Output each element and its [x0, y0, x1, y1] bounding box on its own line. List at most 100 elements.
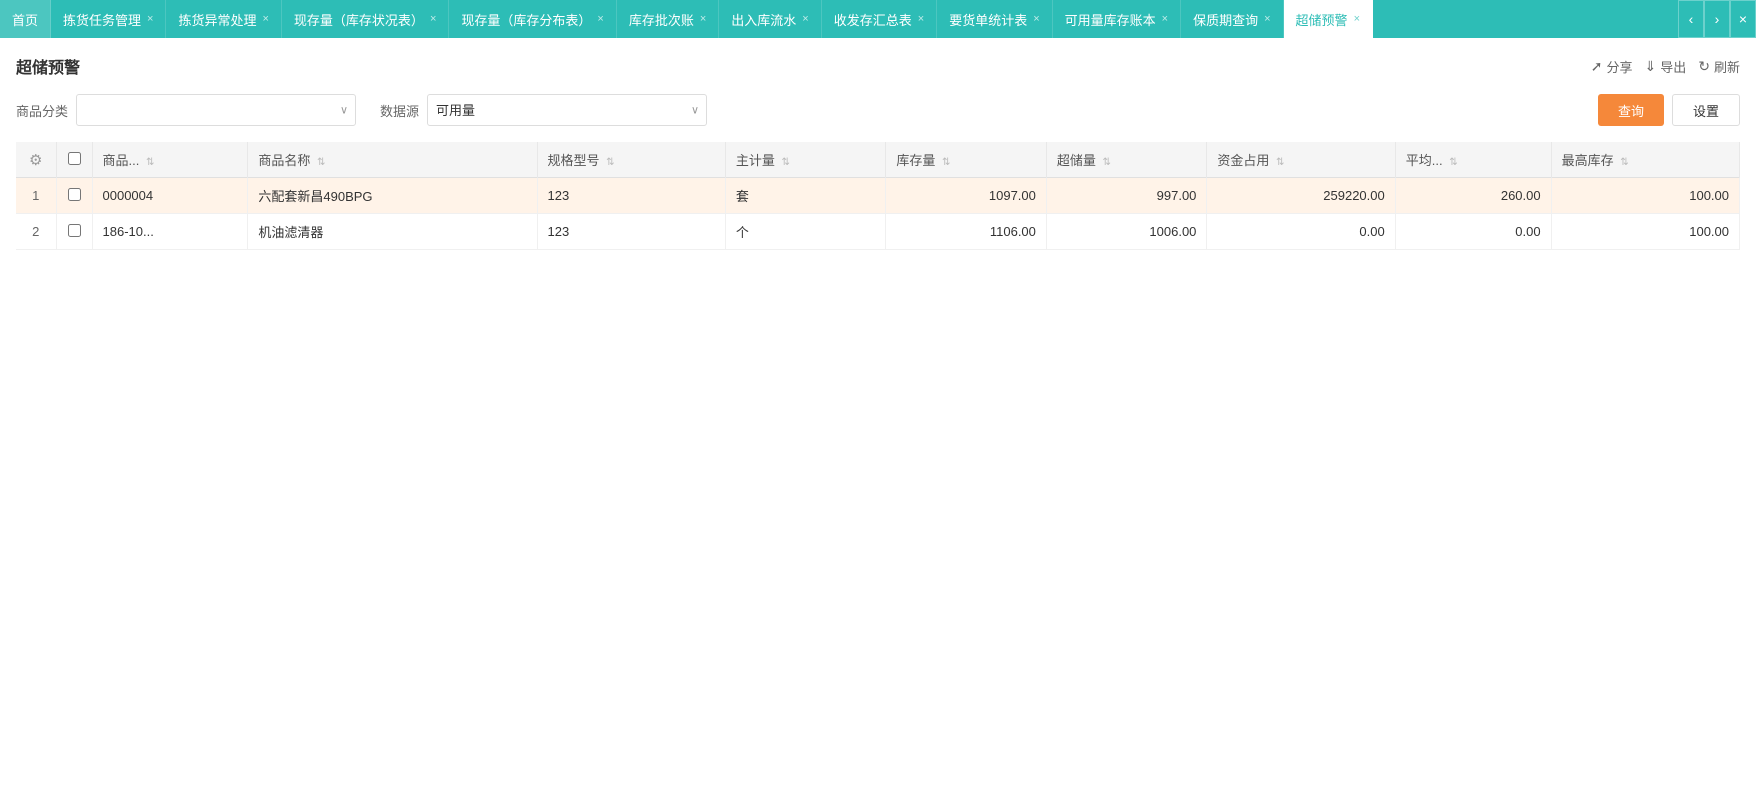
- table-row: 2 186-10... 机油滤清器 123 个 1106.00 1006.00 …: [16, 214, 1740, 250]
- cell-product-name: 机油滤清器: [248, 214, 537, 250]
- nav-right-arrow[interactable]: ›: [1704, 0, 1730, 38]
- table-header-row: ⚙ 商品... ⇅ 商品名称 ⇅ 规格型号 ⇅ 主计量: [16, 142, 1740, 178]
- nav-task-management[interactable]: 拣货任务管理 ×: [51, 0, 166, 38]
- data-table: ⚙ 商品... ⇅ 商品名称 ⇅ 规格型号 ⇅ 主计量: [16, 142, 1740, 250]
- row-checkbox[interactable]: [68, 188, 81, 201]
- cell-avg: 260.00: [1395, 178, 1551, 214]
- sort-icon: ⇅: [1276, 157, 1284, 168]
- page-header: 超储预警 ➚ 分享 ⇓ 导出 ↻ 刷新: [16, 54, 1740, 78]
- close-icon[interactable]: ×: [1354, 13, 1360, 25]
- export-icon: ⇓: [1645, 58, 1657, 75]
- category-select-wrapper: [76, 94, 356, 126]
- nav-stock-status[interactable]: 现存量（库存状况表） ×: [282, 0, 449, 38]
- share-button[interactable]: ➚ 分享: [1591, 57, 1633, 76]
- close-icon[interactable]: ×: [597, 13, 603, 25]
- gear-icon[interactable]: ⚙: [29, 152, 42, 169]
- column-product-name[interactable]: 商品名称 ⇅: [248, 142, 537, 178]
- table-row: 1 0000004 六配套新昌490BPG 123 套 1097.00 997.…: [16, 178, 1740, 214]
- nav-home[interactable]: 首页: [0, 0, 51, 38]
- filter-actions: 查询 设置: [1598, 94, 1740, 126]
- export-button[interactable]: ⇓ 导出: [1645, 57, 1687, 76]
- column-unit[interactable]: 主计量 ⇅: [725, 142, 886, 178]
- row-index: 2: [16, 214, 56, 250]
- sort-icon: ⇅: [606, 157, 614, 168]
- share-icon: ➚: [1591, 58, 1603, 75]
- cell-unit: 套: [725, 178, 886, 214]
- datasource-filter: 数据源 可用量 库存量: [380, 94, 707, 126]
- datasource-label: 数据源: [380, 101, 419, 120]
- datasource-select[interactable]: 可用量 库存量: [427, 94, 707, 126]
- close-icon[interactable]: ×: [1033, 13, 1039, 25]
- nav-exception-handling[interactable]: 拣货异常处理 ×: [166, 0, 281, 38]
- cell-capital-use: 0.00: [1207, 214, 1395, 250]
- cell-spec: 123: [537, 178, 725, 214]
- close-icon[interactable]: ×: [262, 13, 268, 25]
- nav-stock-batch[interactable]: 库存批次账 ×: [617, 0, 719, 38]
- datasource-select-wrapper: 可用量 库存量: [427, 94, 707, 126]
- column-max-stock[interactable]: 最高库存 ⇅: [1551, 142, 1739, 178]
- close-icon[interactable]: ×: [147, 13, 153, 25]
- cell-spec: 123: [537, 214, 725, 250]
- cell-stock: 1106.00: [886, 214, 1047, 250]
- nav-stock-summary[interactable]: 收发存汇总表 ×: [822, 0, 937, 38]
- column-gear: ⚙: [16, 142, 56, 178]
- refresh-icon: ↻: [1698, 58, 1710, 75]
- cell-avg: 0.00: [1395, 214, 1551, 250]
- close-icon[interactable]: ×: [918, 13, 924, 25]
- query-button[interactable]: 查询: [1598, 94, 1664, 126]
- cell-max-stock: 100.00: [1551, 214, 1739, 250]
- nav-stock-distribution[interactable]: 现存量（库存分布表） ×: [449, 0, 616, 38]
- category-label: 商品分类: [16, 101, 68, 120]
- close-icon[interactable]: ×: [700, 13, 706, 25]
- top-navigation: 首页 拣货任务管理 × 拣货异常处理 × 现存量（库存状况表） × 现存量（库存…: [0, 0, 1756, 38]
- nav-left-arrow[interactable]: ‹: [1678, 0, 1704, 38]
- close-icon[interactable]: ×: [1264, 13, 1270, 25]
- cell-over-stock: 1006.00: [1046, 214, 1207, 250]
- column-stock[interactable]: 库存量 ⇅: [886, 142, 1047, 178]
- page-container: 超储预警 ➚ 分享 ⇓ 导出 ↻ 刷新 商品分类: [0, 38, 1756, 800]
- category-filter: 商品分类: [16, 94, 356, 126]
- row-index: 1: [16, 178, 56, 214]
- nav-stock-flow[interactable]: 出入库流水 ×: [719, 0, 821, 38]
- filter-row: 商品分类 数据源 可用量 库存量 查询 设置: [16, 94, 1740, 126]
- nav-overstock-warning[interactable]: 超储预警 ×: [1284, 0, 1373, 38]
- cell-max-stock: 100.00: [1551, 178, 1739, 214]
- cell-over-stock: 997.00: [1046, 178, 1207, 214]
- sort-icon: ⇅: [942, 157, 950, 168]
- nav-close-arrow[interactable]: ×: [1730, 0, 1756, 38]
- sort-icon: ⇅: [146, 157, 154, 168]
- nav-order-stats[interactable]: 要货单统计表 ×: [937, 0, 1052, 38]
- close-icon[interactable]: ×: [430, 13, 436, 25]
- sort-icon: ⇅: [1103, 157, 1111, 168]
- column-spec[interactable]: 规格型号 ⇅: [537, 142, 725, 178]
- sort-icon: ⇅: [1620, 157, 1628, 168]
- column-over-stock[interactable]: 超储量 ⇅: [1046, 142, 1207, 178]
- row-checkbox-cell: [56, 178, 92, 214]
- row-checkbox-cell: [56, 214, 92, 250]
- cell-product-name: 六配套新昌490BPG: [248, 178, 537, 214]
- page-title: 超储预警: [16, 54, 80, 78]
- nav-expiry-query[interactable]: 保质期查询 ×: [1181, 0, 1283, 38]
- cell-product-id: 0000004: [92, 178, 248, 214]
- category-select[interactable]: [76, 94, 356, 126]
- select-all-checkbox[interactable]: [68, 152, 81, 165]
- column-checkbox: [56, 142, 92, 178]
- header-actions: ➚ 分享 ⇓ 导出 ↻ 刷新: [1591, 57, 1740, 76]
- cell-capital-use: 259220.00: [1207, 178, 1395, 214]
- close-icon[interactable]: ×: [1162, 13, 1168, 25]
- cell-unit: 个: [725, 214, 886, 250]
- nav-arrows: ‹ › ×: [1678, 0, 1756, 38]
- cell-stock: 1097.00: [886, 178, 1047, 214]
- sort-icon: ⇅: [317, 157, 325, 168]
- sort-icon: ⇅: [782, 157, 790, 168]
- nav-available-stock[interactable]: 可用量库存账本 ×: [1053, 0, 1181, 38]
- refresh-button[interactable]: ↻ 刷新: [1698, 57, 1740, 76]
- column-avg[interactable]: 平均... ⇅: [1395, 142, 1551, 178]
- cell-product-id: 186-10...: [92, 214, 248, 250]
- row-checkbox[interactable]: [68, 224, 81, 237]
- column-product-id[interactable]: 商品... ⇅: [92, 142, 248, 178]
- sort-icon: ⇅: [1449, 157, 1457, 168]
- column-capital-use[interactable]: 资金占用 ⇅: [1207, 142, 1395, 178]
- settings-button[interactable]: 设置: [1672, 94, 1740, 126]
- close-icon[interactable]: ×: [802, 13, 808, 25]
